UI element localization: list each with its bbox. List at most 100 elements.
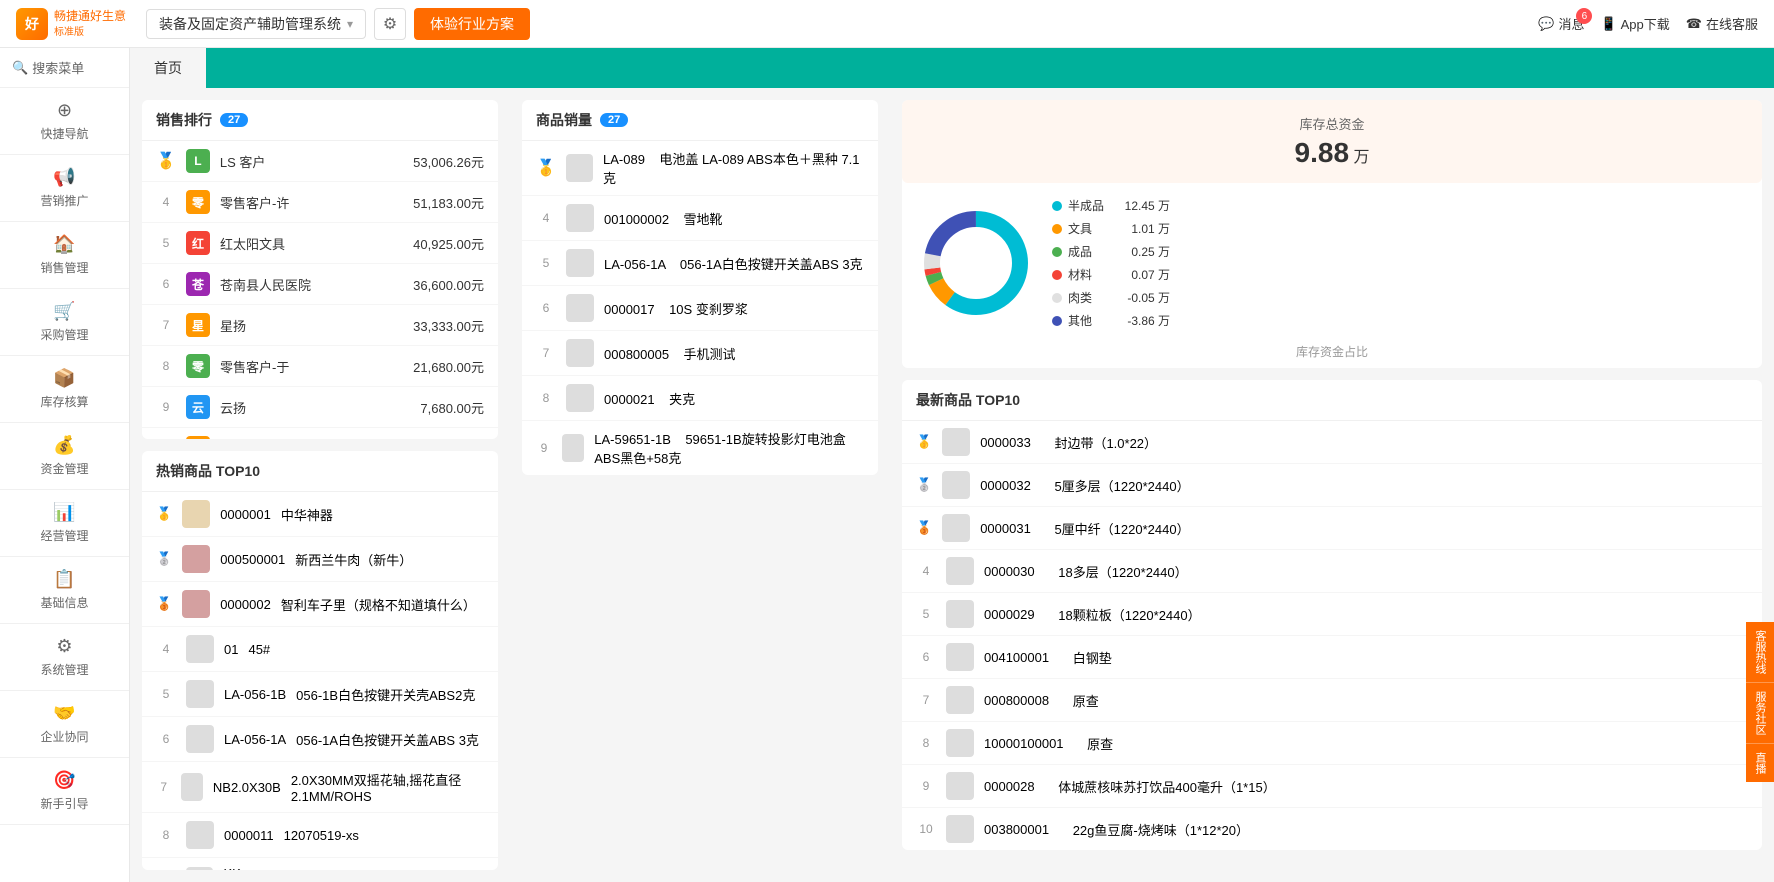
product-thumbnail: [562, 434, 584, 462]
float-btn-live[interactable]: 直播: [1746, 744, 1774, 782]
product-code: 0000031: [980, 521, 1031, 536]
list-item: 🥈 000500001 新西兰牛肉（新牛）: [142, 537, 498, 582]
product-thumbnail: [566, 204, 594, 232]
avatar: L: [186, 149, 210, 173]
customer-name: 星扬: [220, 316, 403, 335]
search-menu[interactable]: 🔍 搜索菜单: [0, 48, 129, 88]
list-item: 6 LA-056-1A 056-1A白色按键开关盖ABS 3克: [142, 717, 498, 762]
customer-amount: 53,006.26元: [413, 152, 484, 171]
product-code: 0000017: [604, 302, 655, 317]
legend-color-dot: [1052, 316, 1062, 326]
product-code: LA-089: [603, 152, 645, 167]
customer-name: 零售客户-于: [220, 357, 403, 376]
product-code: 01: [224, 642, 238, 657]
sidebar-item-finance[interactable]: 💰 资金管理: [0, 423, 129, 490]
top-customers-title: 销售排行: [156, 110, 212, 130]
hot-products-card: 热销商品 TOP10 🥇 0000001 中华神器 🥈 000500001: [142, 451, 498, 870]
sidebar-item-purchase[interactable]: 🛒 采购管理: [0, 289, 129, 356]
guide-icon: 🎯: [53, 770, 75, 791]
customer-amount: 7,680.00元: [420, 398, 484, 417]
product-name: 056-1A白色按键开关盖ABS 3克: [680, 257, 863, 272]
product-info: 0000021 夹克: [604, 389, 695, 408]
product-code: 0000028: [984, 779, 1035, 794]
legend-value: 1.01 万: [1110, 220, 1170, 237]
rank-number: 7: [916, 693, 936, 707]
customer-name: 红太阳文具: [220, 234, 403, 253]
product-code: KK-SD22110H: [223, 866, 306, 870]
list-item: 8 零 零售客户-于 21,680.00元: [142, 346, 498, 387]
tab-home[interactable]: 首页: [130, 48, 206, 88]
avatar: 零: [186, 354, 210, 378]
sidebar: 🔍 搜索菜单 ⊕ 快捷导航 📢 营销推广 🏠 销售管理 🛒 采购管理 📦 库存核…: [0, 48, 130, 882]
list-item: 5 LA-056-1A 056-1A白色按键开关盖ABS 3克: [522, 241, 878, 286]
rank-number: 5: [156, 236, 176, 250]
list-item: 4 001000002 雪地靴: [522, 196, 878, 241]
rank-number: 7: [156, 780, 171, 794]
legend-item: 材料 0.07 万: [1052, 266, 1170, 283]
message-button[interactable]: 💬 消息 6: [1538, 14, 1584, 33]
system-name-display[interactable]: 装备及固定资产辅助管理系统 ▾: [146, 9, 366, 39]
rank-number: 4: [916, 564, 936, 578]
sidebar-item-quick-nav[interactable]: ⊕ 快捷导航: [0, 88, 129, 155]
settings-button[interactable]: ⚙: [374, 8, 406, 40]
customer-amount: 36,600.00元: [413, 275, 484, 294]
product-name: 手机测试: [684, 347, 736, 362]
product-name: 体城蔗核味苏打饮品400毫升（1*15）: [1058, 777, 1275, 796]
nav-tabs: 首页: [130, 48, 1774, 88]
top-customers-body: 🥇 L LS 客户 53,006.26元 4 零 零售客户-许 51,183.0…: [142, 141, 498, 439]
sidebar-label-marketing: 营销推广: [40, 192, 88, 209]
product-info: LA-089 电池盖 LA-089 ABS本色＋黑种 7.1克: [603, 149, 864, 187]
float-btn-community[interactable]: 服务社区: [1746, 683, 1774, 744]
list-item: 5 红 红太阳文具 40,925.00元: [142, 223, 498, 264]
message-icon: 💬: [1538, 16, 1554, 32]
app-download-label: App下载: [1621, 14, 1670, 33]
hot-products-title: 热销商品 TOP10: [156, 461, 260, 481]
sidebar-item-guide[interactable]: 🎯 新手引导: [0, 758, 129, 825]
sidebar-item-inventory[interactable]: 📦 库存核算: [0, 356, 129, 423]
sidebar-item-sales[interactable]: 🏠 销售管理: [0, 222, 129, 289]
product-thumbnail: [181, 773, 203, 801]
sidebar-item-enterprise[interactable]: 🤝 企业协同: [0, 691, 129, 758]
sidebar-item-system[interactable]: ⚙ 系统管理: [0, 624, 129, 691]
rank-number: 8: [536, 391, 556, 405]
product-thumbnail: [186, 635, 214, 663]
customer-name: 云扬: [220, 398, 410, 417]
sidebar-item-basics[interactable]: 📋 基础信息: [0, 557, 129, 624]
product-name: 雪地靴: [684, 212, 723, 227]
product-thumbnail: [182, 545, 210, 573]
sidebar-label-quick-nav: 快捷导航: [40, 125, 88, 142]
float-btn-service[interactable]: 客服热线: [1746, 622, 1774, 683]
product-info: 0000017 10S 变刹罗浆: [604, 299, 748, 318]
rank-number: 6: [536, 301, 556, 315]
legend-value: -3.86 万: [1110, 312, 1170, 329]
product-thumbnail: [566, 339, 594, 367]
rank-number: 7: [536, 346, 556, 360]
rank-number: 8: [916, 736, 936, 750]
legend-value: 12.45 万: [1110, 197, 1170, 214]
product-thumbnail: [182, 500, 210, 528]
legend-color-dot: [1052, 247, 1062, 257]
sidebar-item-operations[interactable]: 📊 经营管理: [0, 490, 129, 557]
search-menu-label: 搜索菜单: [32, 58, 84, 77]
online-service-button[interactable]: ☎ 在线客服: [1686, 14, 1758, 33]
legend-label: 材料: [1068, 266, 1104, 283]
product-name: 封边带（1.0*22）: [1054, 433, 1157, 452]
inventory-total-label: 库存总资金: [916, 114, 1748, 133]
app-download-button[interactable]: 📱 App下载: [1600, 14, 1669, 33]
rank-medal-icon: 🥇: [916, 434, 932, 450]
product-thumbnail: [942, 428, 970, 456]
product-code: LA-056-1A: [604, 257, 665, 272]
product-code: 001000002: [604, 212, 669, 227]
product-name: 中华神器: [281, 505, 333, 524]
list-item: 7 星 星扬 33,333.00元: [142, 305, 498, 346]
sidebar-item-marketing[interactable]: 📢 营销推广: [0, 155, 129, 222]
list-item: 🥇 0000001 中华神器: [142, 492, 498, 537]
product-name: 12070519-xs: [284, 828, 359, 843]
donut-chart: [916, 203, 1036, 323]
product-thumbnail: [186, 821, 214, 849]
list-item: 7 NB2.0X30B 2.0X30MM双摇花轴,摇花直径2.1MM/ROHS: [142, 762, 498, 813]
trial-button[interactable]: 体验行业方案: [414, 8, 530, 40]
avatar: 云: [186, 395, 210, 419]
topbar-right: 💬 消息 6 📱 App下载 ☎ 在线客服: [1538, 14, 1758, 33]
top-sale-title: 商品销量: [536, 110, 592, 130]
